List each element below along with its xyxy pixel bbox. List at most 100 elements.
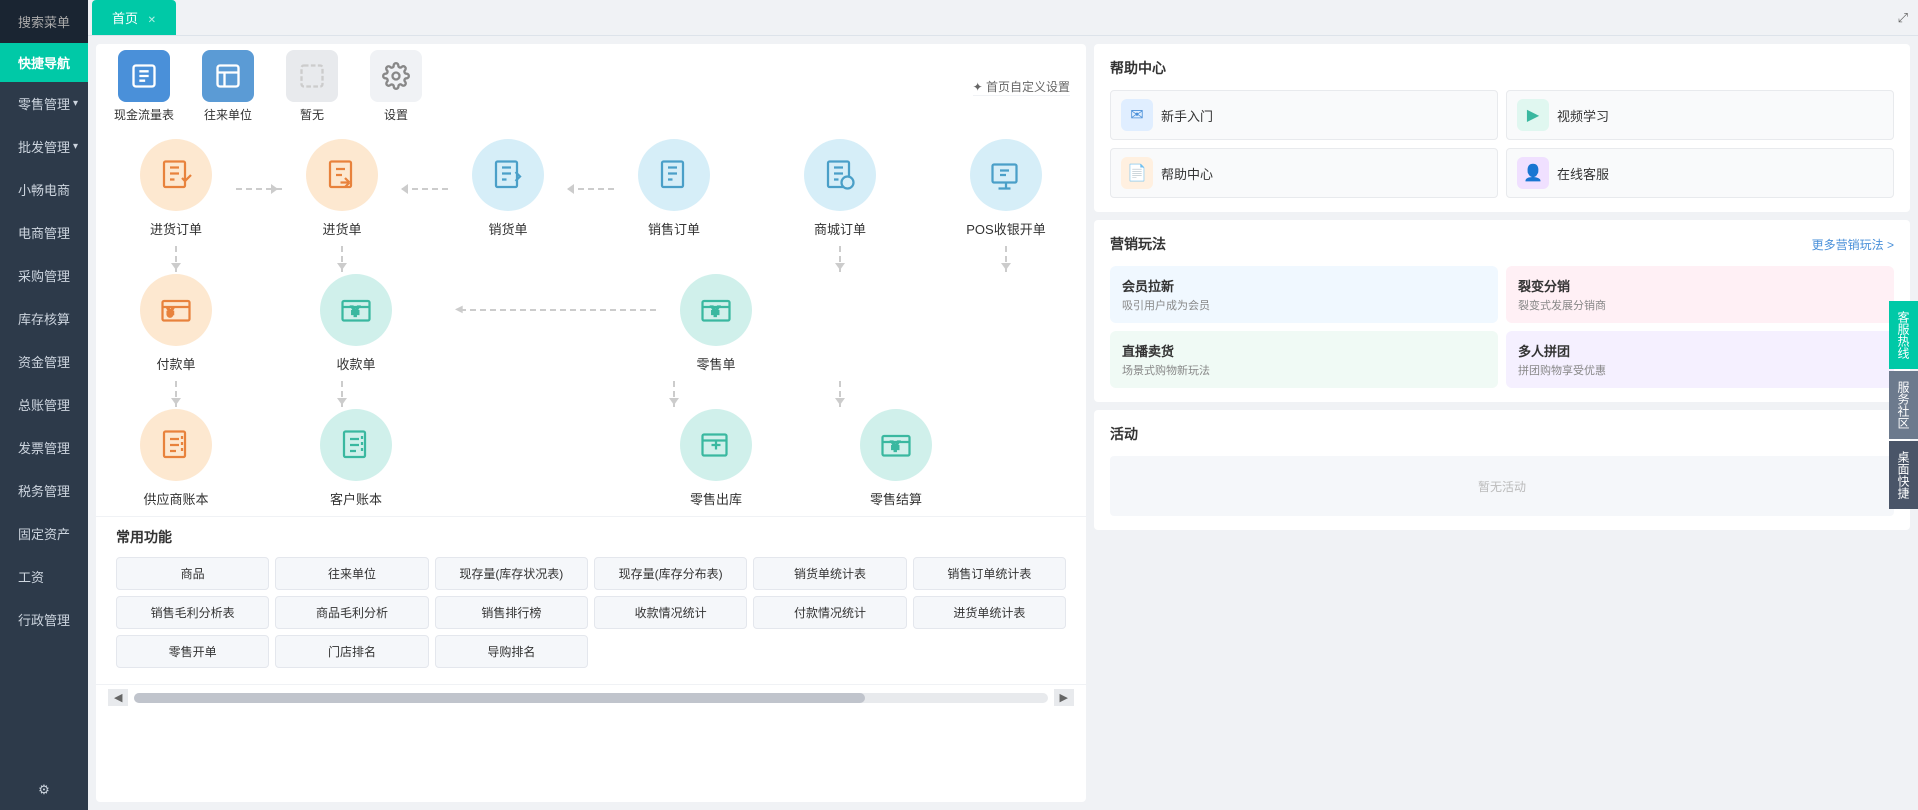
marketing-item-live[interactable]: 直播卖货 场景式购物新玩法 (1110, 331, 1498, 388)
wf-node-mall-order[interactable]: 商城订单 (780, 139, 900, 238)
v2-arrow-4 (839, 381, 841, 409)
v-arrow-pos (946, 246, 1066, 274)
float-buttons: 客服热线 服务社区 桌面快捷 (1889, 301, 1918, 509)
sidebar-item-ecommerce-small[interactable]: 小畅电商 (0, 168, 88, 211)
help-title: 帮助中心 (1110, 58, 1894, 78)
sidebar-item-tax[interactable]: 税务管理 (0, 469, 88, 512)
float-btn-service[interactable]: 客服热线 (1889, 301, 1918, 369)
wf-node-pos[interactable]: POS收银开单 (946, 139, 1066, 238)
wf-node-customer-ledger[interactable]: 客户账本 (296, 409, 416, 508)
sidebar-item-ecommerce-mgmt[interactable]: 电商管理 (0, 211, 88, 254)
cf-title: 常用功能 (116, 527, 1066, 547)
arrow-purchase-order-to-stock (236, 188, 282, 190)
v2-arrow-payment (116, 381, 236, 409)
marketing-card: 营销玩法 更多营销玩法 > 会员拉新 吸引用户成为会员 裂变分销 裂变式发展分销… (1094, 220, 1910, 402)
mall-order-icon (804, 139, 876, 211)
pos-icon (970, 139, 1042, 211)
help-item-online-support[interactable]: 👤 在线客服 (1506, 148, 1894, 198)
cf-btn-empty1 (594, 635, 747, 668)
scroll-right-btn[interactable]: ▶ (1054, 689, 1074, 706)
cf-btn-sales-order-stat[interactable]: 销售订单统计表 (913, 557, 1066, 590)
float-btn-desktop[interactable]: 桌面快捷 (1889, 441, 1918, 509)
marketing-item-member[interactable]: 会员拉新 吸引用户成为会员 (1110, 266, 1498, 323)
sidebar-item-admin[interactable]: 行政管理 (0, 598, 88, 641)
cf-btn-sales-gross[interactable]: 销售毛利分析表 (116, 596, 269, 629)
help-card: 帮助中心 ✉ 新手入门 ▶ 视频学习 📄 帮助中心 👤 (1094, 44, 1910, 212)
scroll-thumb (134, 693, 864, 703)
cf-btn-units[interactable]: 往来单位 (275, 557, 428, 590)
v-arrow-2 (341, 246, 343, 274)
cashflow-icon (118, 50, 170, 102)
cf-btn-sales-rank[interactable]: 销售排行榜 (435, 596, 588, 629)
wf-node-payment[interactable]: ¥ 付款单 (116, 274, 236, 373)
marketing-header: 营销玩法 更多营销玩法 > (1110, 234, 1894, 254)
tab-bar: 首页 ✕ ⤢ (88, 0, 1918, 36)
v2-arrow-receipt (282, 381, 402, 409)
wf-node-retail-out[interactable]: 零售出库 (656, 409, 776, 508)
more-marketing-link[interactable]: 更多营销玩法 > (1812, 236, 1894, 253)
workflow-row1: 进货订单 进货单 (116, 139, 1066, 238)
wf-node-sales[interactable]: 销货单 (448, 139, 568, 238)
stock-in-icon (306, 139, 378, 211)
quick-icon-cashflow[interactable]: 现金流量表 (112, 50, 176, 123)
sidebar-search[interactable]: 搜索菜单 (0, 0, 88, 43)
marketing-item-group[interactable]: 多人拼团 拼团购物享受优惠 (1506, 331, 1894, 388)
sidebar-item-retail[interactable]: 零售管理 ▾ (0, 82, 88, 125)
cf-btn-store-rank[interactable]: 门店排名 (275, 635, 428, 668)
wf-node-receipt[interactable]: ¥ 收款单 (296, 274, 416, 373)
marketing-title: 营销玩法 (1110, 234, 1166, 254)
cf-btn-retail-order[interactable]: 零售开单 (116, 635, 269, 668)
chevron-icon: ▾ (73, 98, 78, 109)
cashflow-label: 现金流量表 (114, 106, 174, 123)
wf-node-retail-order[interactable]: ◀ ¥ 零售单 (656, 274, 776, 373)
sidebar-nav-header: 快捷导航 (0, 43, 88, 82)
cf-btn-payment-stat[interactable]: 付款情况统计 (753, 596, 906, 629)
left-panel: 现金流量表 往来单位 暂无 (96, 44, 1086, 802)
cf-btn-sales-stat[interactable]: 销货单统计表 (753, 557, 906, 590)
sidebar-item-finance[interactable]: 资金管理 (0, 340, 88, 383)
right-panel: 帮助中心 ✉ 新手入门 ▶ 视频学习 📄 帮助中心 👤 (1094, 44, 1910, 802)
main-area: 首页 ✕ ⤢ 现金流量表 (88, 0, 1918, 810)
cf-btn-guide-rank[interactable]: 导购排名 (435, 635, 588, 668)
v-arrow-mall (780, 246, 900, 274)
support-icon: 👤 (1517, 157, 1549, 189)
cf-btn-goods[interactable]: 商品 (116, 557, 269, 590)
cf-btn-goods-gross[interactable]: 商品毛利分析 (275, 596, 428, 629)
wf-node-purchase-order[interactable]: 进货订单 (116, 139, 236, 238)
wf-node-sales-order[interactable]: 销售订单 (614, 139, 734, 238)
cf-btn-inventory-status[interactable]: 现存量(库存状况表) (435, 557, 588, 590)
cf-btn-empty3 (913, 635, 1066, 668)
expand-icon[interactable]: ⤢ (1888, 4, 1918, 32)
sidebar-item-ledger[interactable]: 总账管理 (0, 383, 88, 426)
help-item-beginner[interactable]: ✉ 新手入门 (1110, 90, 1498, 140)
help-item-help-center[interactable]: 📄 帮助中心 (1110, 148, 1498, 198)
sidebar-item-purchase[interactable]: 采购管理 (0, 254, 88, 297)
quick-icon-units[interactable]: 往来单位 (196, 50, 260, 123)
v2-arrow-1 (175, 381, 177, 409)
help-item-video[interactable]: ▶ 视频学习 (1506, 90, 1894, 140)
float-btn-community[interactable]: 服务社区 (1889, 371, 1918, 439)
customize-settings[interactable]: ✦ 首页自定义设置 (973, 78, 1070, 96)
sidebar-settings-button[interactable]: ⚙ (0, 770, 88, 810)
tab-home[interactable]: 首页 ✕ (92, 0, 176, 35)
sidebar-item-fixed-assets[interactable]: 固定资产 (0, 512, 88, 555)
activity-title: 活动 (1110, 424, 1894, 444)
sidebar-item-payroll[interactable]: 工资 (0, 555, 88, 598)
scroll-left-btn[interactable]: ◀ (108, 689, 128, 706)
cf-btn-receipt-stat[interactable]: 收款情况统计 (594, 596, 747, 629)
content-area: 现金流量表 往来单位 暂无 (88, 36, 1918, 810)
quick-icon-none[interactable]: 暂无 (280, 50, 344, 123)
wf-node-supplier-ledger[interactable]: 供应商账本 (116, 409, 236, 508)
cf-btn-purchase-stat[interactable]: 进货单统计表 (913, 596, 1066, 629)
marketing-item-fission[interactable]: 裂变分销 裂变式发展分销商 (1506, 266, 1894, 323)
sidebar-item-wholesale[interactable]: 批发管理 ▾ (0, 125, 88, 168)
quick-icon-settings[interactable]: 设置 (364, 50, 428, 123)
wf-node-retail-settlement[interactable]: ¥ 零售结算 (836, 409, 956, 508)
tab-close-icon[interactable]: ✕ (148, 15, 156, 26)
cf-btn-inventory-dist[interactable]: 现存量(库存分布表) (594, 557, 747, 590)
sidebar-item-invoice[interactable]: 发票管理 (0, 426, 88, 469)
wf-node-stock-in[interactable]: 进货单 (282, 139, 402, 238)
scroll-track[interactable] (134, 693, 1047, 703)
sidebar-item-inventory[interactable]: 库存核算 (0, 297, 88, 340)
activity-card: 活动 暂无活动 (1094, 410, 1910, 530)
